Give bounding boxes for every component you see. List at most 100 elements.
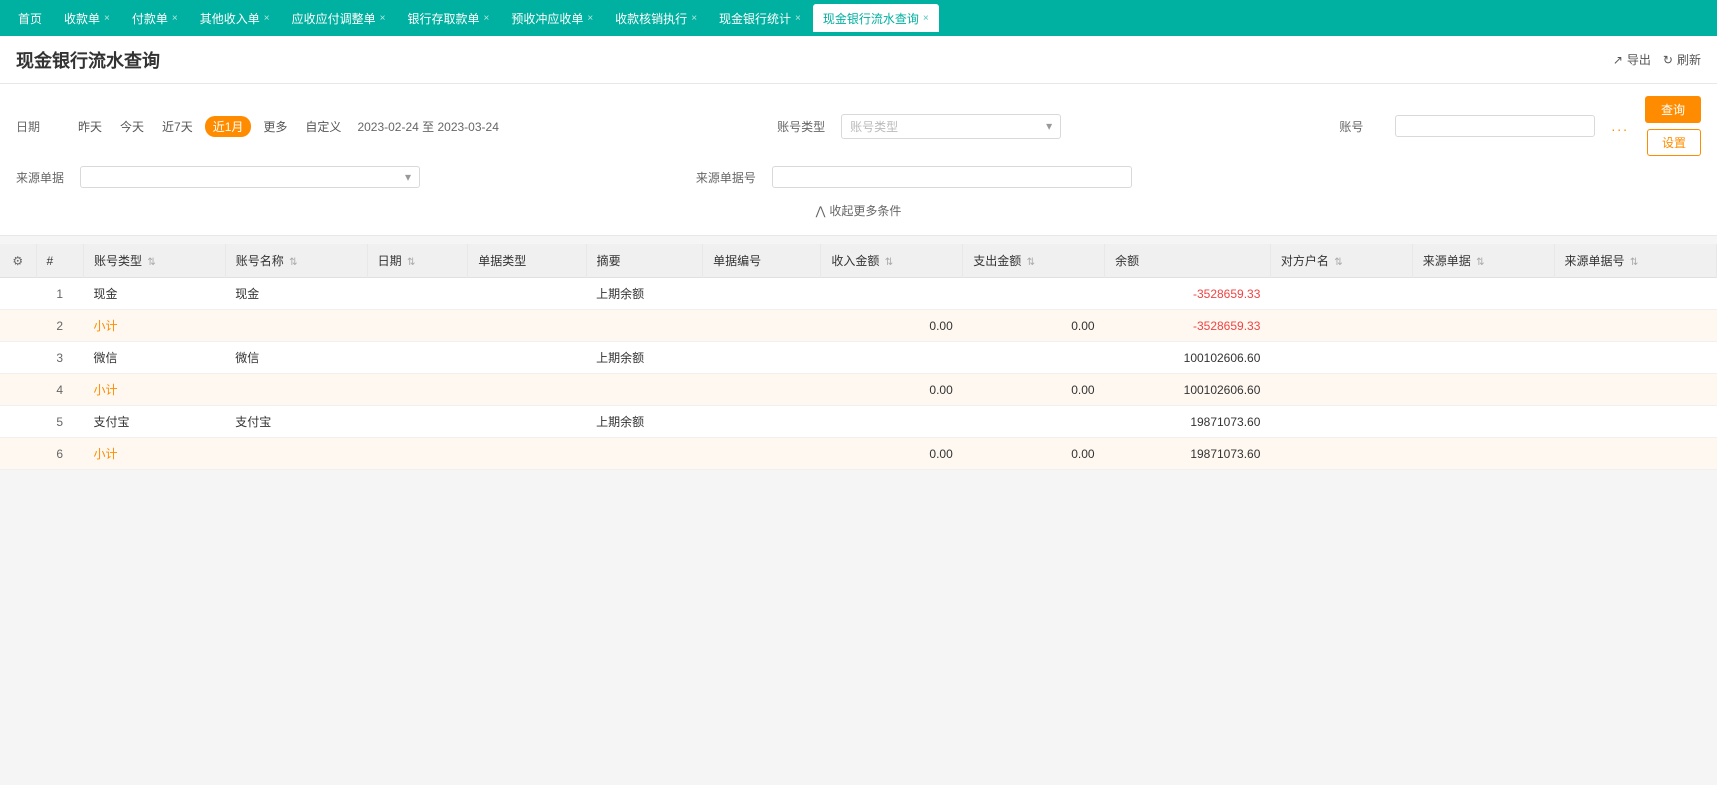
tab-other-income[interactable]: 其他收入单 ×	[190, 4, 280, 32]
query-button[interactable]: 查询	[1645, 96, 1701, 123]
cell-doc-type	[468, 342, 586, 374]
sort-account-type-icon[interactable]: ⇅	[147, 257, 155, 268]
sort-expense-icon[interactable]: ⇅	[1027, 257, 1035, 268]
more-options-button[interactable]: ...	[1611, 118, 1629, 134]
cell-source-doc-no	[1554, 278, 1716, 310]
collapse-filters-button[interactable]: ⋀ 收起更多条件	[16, 198, 1701, 223]
cell-counterpart	[1270, 310, 1412, 342]
cell-counterpart	[1270, 406, 1412, 438]
table-settings-icon[interactable]: ⚙	[12, 254, 23, 268]
tab-payments[interactable]: 付款单 ×	[122, 4, 188, 32]
filter-row-1: 日期 昨天 今天 近7天 近1月 更多 自定义 2023-02-24 至 202…	[16, 96, 1701, 156]
date-btn-more[interactable]: 更多	[257, 116, 293, 137]
cell-source-doc	[1412, 342, 1554, 374]
sort-source-doc-no-icon[interactable]: ⇅	[1630, 257, 1638, 268]
account-type-select[interactable]: 账号类型 ▾	[841, 114, 1061, 139]
th-settings: ⚙	[0, 244, 36, 278]
date-btn-1month[interactable]: 近1月	[205, 116, 252, 137]
th-summary: 摘要	[586, 244, 703, 278]
cell-settings	[0, 406, 36, 438]
table-row: 6 小计 0.00 0.00 19871073.60	[0, 438, 1717, 470]
filter-row-2: 来源单据 ▾ 来源单据号	[16, 166, 1701, 188]
sort-source-doc-icon[interactable]: ⇅	[1476, 257, 1484, 268]
tab-prepay-offset[interactable]: 预收冲应收单 ×	[501, 4, 603, 32]
close-bank-deposit-tab[interactable]: ×	[483, 13, 489, 24]
close-receipts-tab[interactable]: ×	[104, 13, 110, 24]
sort-income-icon[interactable]: ⇅	[885, 257, 893, 268]
close-flow-tab[interactable]: ×	[923, 13, 929, 24]
cell-doc-type	[468, 310, 586, 342]
date-btn-custom[interactable]: 自定义	[299, 116, 347, 137]
sort-account-name-icon[interactable]: ⇅	[289, 257, 297, 268]
export-button[interactable]: ↗ 导出	[1613, 51, 1651, 68]
cell-counterpart	[1270, 374, 1412, 406]
cell-source-doc	[1412, 406, 1554, 438]
cell-settings	[0, 374, 36, 406]
date-btn-7days[interactable]: 近7天	[156, 116, 199, 137]
header-actions: ↗ 导出 ↻ 刷新	[1613, 51, 1701, 68]
close-stats-tab[interactable]: ×	[795, 13, 801, 24]
account-input[interactable]	[1395, 115, 1595, 137]
source-doc-select[interactable]: ▾	[80, 166, 420, 188]
date-btn-today[interactable]: 今天	[114, 116, 150, 137]
cell-balance: -3528659.33	[1105, 278, 1271, 310]
cell-balance: 100102606.60	[1105, 342, 1271, 374]
cell-balance: 19871073.60	[1105, 406, 1271, 438]
cell-source-doc-no	[1554, 342, 1716, 374]
source-doc-no-input[interactable]	[772, 166, 1132, 188]
date-options: 昨天 今天 近7天 近1月 更多 自定义 2023-02-24 至 2023-0…	[72, 116, 499, 137]
collapse-chevron-icon: ⋀	[816, 204, 826, 218]
cell-doc-type	[468, 278, 586, 310]
cell-index: 6	[36, 438, 83, 470]
cell-settings	[0, 438, 36, 470]
close-prepay-tab[interactable]: ×	[587, 13, 593, 24]
cell-account-type: 小计	[83, 310, 225, 342]
cell-source-doc-no	[1554, 438, 1716, 470]
th-balance: 余额	[1105, 244, 1271, 278]
cell-income: 0.00	[821, 438, 963, 470]
close-ar-ap-tab[interactable]: ×	[380, 13, 386, 24]
cell-expense	[963, 406, 1105, 438]
cell-source-doc-no	[1554, 406, 1716, 438]
tab-receipt-verify[interactable]: 收款核销执行 ×	[605, 4, 707, 32]
cell-summary	[586, 310, 703, 342]
cell-counterpart	[1270, 438, 1412, 470]
sort-counterpart-icon[interactable]: ⇅	[1334, 257, 1342, 268]
cell-source-doc	[1412, 310, 1554, 342]
tab-receipts[interactable]: 收款单 ×	[54, 4, 120, 32]
cell-settings	[0, 278, 36, 310]
settings-button[interactable]: 设置	[1647, 129, 1701, 156]
date-btn-yesterday[interactable]: 昨天	[72, 116, 108, 137]
cell-income: 0.00	[821, 310, 963, 342]
cell-account-name	[225, 310, 367, 342]
cell-summary	[586, 374, 703, 406]
close-payments-tab[interactable]: ×	[172, 13, 178, 24]
table-row: 3 微信 微信 上期余额 100102606.60	[0, 342, 1717, 374]
tab-cash-bank-stats[interactable]: 现金银行统计 ×	[709, 4, 811, 32]
th-doc-no: 单据编号	[703, 244, 821, 278]
cell-source-doc	[1412, 438, 1554, 470]
cell-account-type: 现金	[83, 278, 225, 310]
cell-income	[821, 406, 963, 438]
table-row: 5 支付宝 支付宝 上期余额 19871073.60	[0, 406, 1717, 438]
cell-settings	[0, 342, 36, 374]
cell-doc-no	[703, 406, 821, 438]
cell-doc-no	[703, 374, 821, 406]
close-other-income-tab[interactable]: ×	[264, 13, 270, 24]
cell-summary: 上期余额	[586, 406, 703, 438]
refresh-button[interactable]: ↻ 刷新	[1663, 51, 1701, 68]
cell-settings	[0, 310, 36, 342]
tab-ar-ap-adjust[interactable]: 应收应付调整单 ×	[282, 4, 396, 32]
sort-date-icon[interactable]: ⇅	[407, 257, 415, 268]
account-type-chevron-icon: ▾	[1046, 119, 1052, 133]
cell-index: 2	[36, 310, 83, 342]
cell-income	[821, 278, 963, 310]
page-header: 现金银行流水查询 ↗ 导出 ↻ 刷新	[0, 36, 1717, 84]
tab-cash-bank-flow[interactable]: 现金银行流水查询 ×	[813, 4, 939, 32]
th-index: #	[36, 244, 83, 278]
home-tab[interactable]: 首页	[8, 10, 52, 27]
close-verify-tab[interactable]: ×	[691, 13, 697, 24]
cell-balance: 19871073.60	[1105, 438, 1271, 470]
th-source-doc-no: 来源单据号 ⇅	[1554, 244, 1716, 278]
tab-bank-deposit[interactable]: 银行存取款单 ×	[397, 4, 499, 32]
